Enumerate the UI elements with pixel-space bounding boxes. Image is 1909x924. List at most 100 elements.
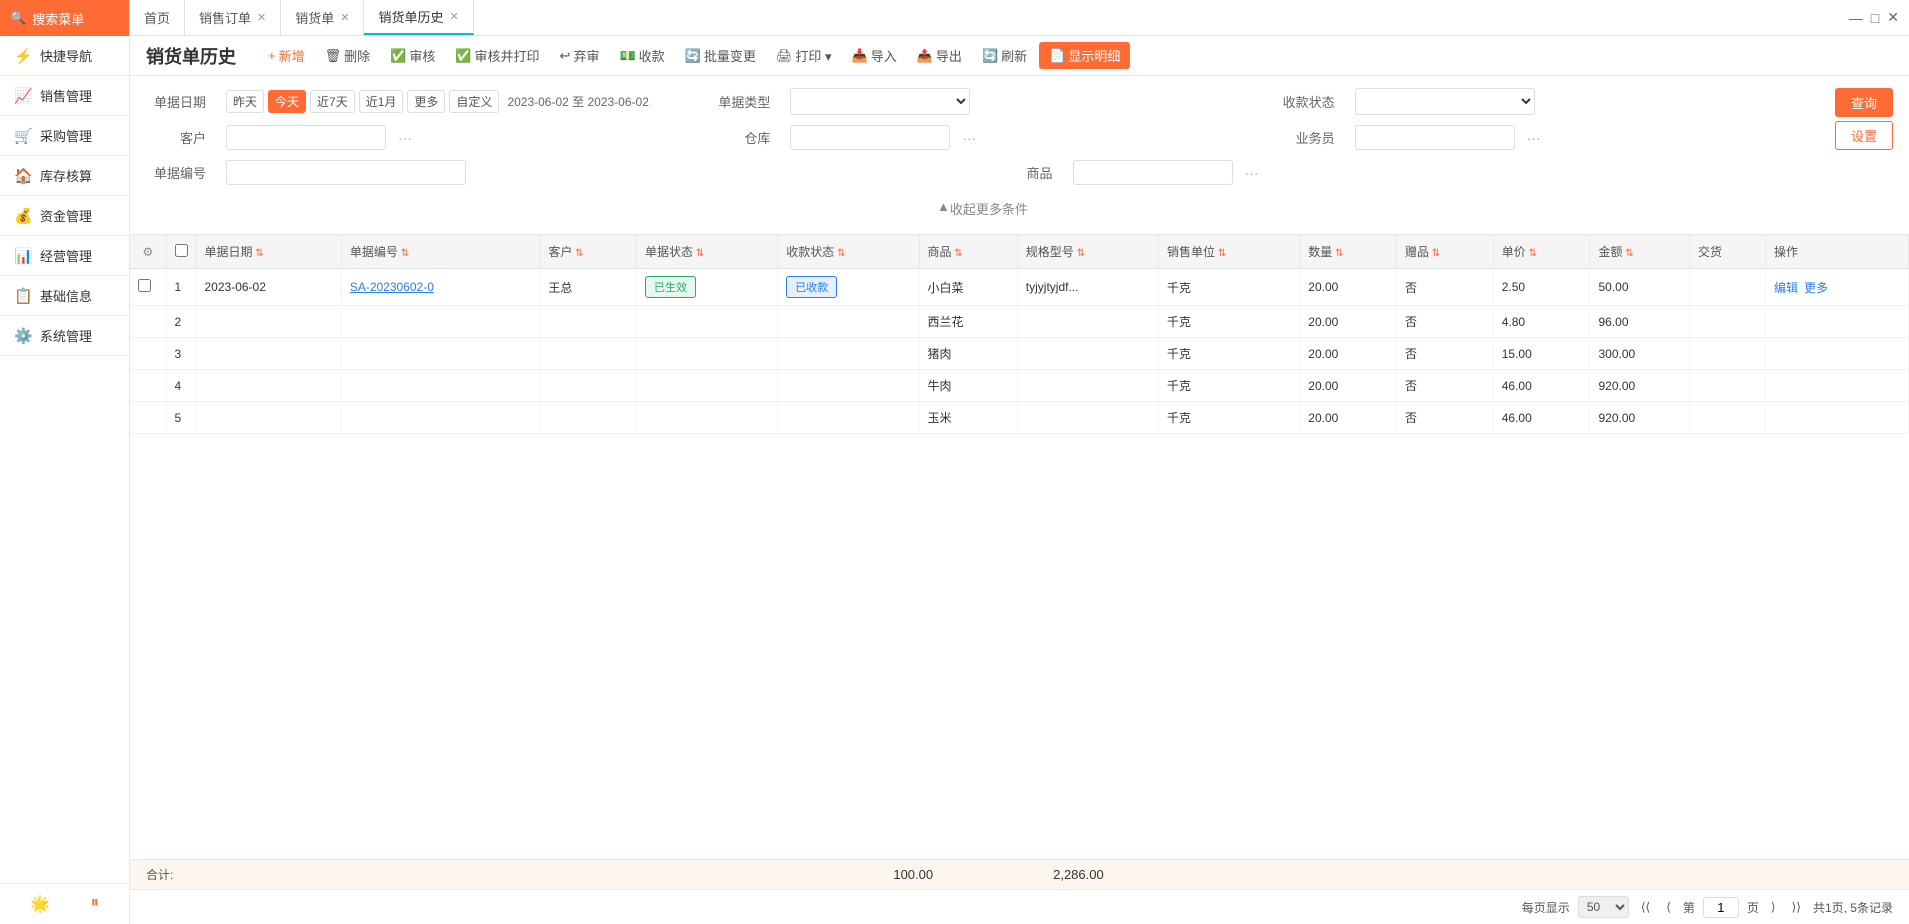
select-all-checkbox[interactable] [175, 244, 188, 257]
table-row: 12023-06-02SA-20230602-0王总已生效已收款小白菜tyjyj… [130, 269, 1909, 306]
col-customer[interactable]: 客户 [540, 235, 637, 269]
collapse-row[interactable]: ▲ 收起更多条件 [146, 195, 1819, 222]
sidebar-item-finance[interactable]: 💰 资金管理 [0, 196, 129, 236]
row-spec [1017, 306, 1158, 338]
tab-sales-delivery-close[interactable]: ✕ [340, 11, 349, 24]
last7-btn[interactable]: 近7天 [310, 90, 355, 113]
sidebar-item-base-info[interactable]: 📋 基础信息 [0, 276, 129, 316]
per-page-select[interactable]: 50 100 [1578, 896, 1629, 918]
refresh-button[interactable]: 🔄 刷新 [974, 42, 1035, 69]
audit-button[interactable]: ✅ 审核 [382, 42, 443, 69]
audit-print-button[interactable]: ✅ 审核并打印 [447, 42, 547, 69]
date-range-display: 2023-06-02 至 2023-06-02 [507, 93, 648, 110]
tab-sales-history[interactable]: 销货单历史 ✕ [364, 0, 473, 35]
tab-sales-order[interactable]: 销售订单 ✕ [185, 0, 281, 35]
delete-button[interactable]: 🗑 删除 [317, 42, 379, 69]
sidebar-item-quick-nav[interactable]: ⚡ 快捷导航 [0, 36, 129, 76]
more-date-btn[interactable]: 更多 [407, 90, 445, 113]
sidebar-bottom-pause[interactable]: ⏸ [91, 894, 99, 914]
doc-type-select[interactable] [790, 88, 970, 115]
next-page-btn[interactable]: ⟩ [1767, 898, 1780, 916]
collect-button[interactable]: 💵 收款 [611, 42, 672, 69]
row-checkbox[interactable] [138, 279, 151, 292]
doc-no-link[interactable]: SA-20230602-0 [350, 280, 434, 294]
today-btn[interactable]: 今天 [268, 90, 306, 113]
sidebar-item-sales-mgmt[interactable]: 📈 销售管理 [0, 76, 129, 116]
row-doc-no[interactable]: SA-20230602-0 [341, 269, 540, 306]
tab-home[interactable]: 首页 [130, 0, 185, 35]
sidebar-bottom-star[interactable]: 🌟 [30, 894, 50, 914]
col-spec[interactable]: 规格型号 [1017, 235, 1158, 269]
col-doc-status[interactable]: 单据状态 [637, 235, 778, 269]
col-unit[interactable]: 销售单位 [1159, 235, 1300, 269]
row-action [1766, 306, 1909, 338]
col-qty[interactable]: 数量 [1300, 235, 1397, 269]
customer-ellipsis[interactable]: ··· [398, 130, 412, 146]
minimize-icon[interactable]: — [1849, 10, 1863, 26]
batch-change-button[interactable]: 🔄 批量变更 [677, 42, 764, 69]
show-detail-button[interactable]: 📄 显示明细 [1039, 42, 1130, 69]
sidebar-item-sys-mgmt[interactable]: ⚙️ 系统管理 [0, 316, 129, 356]
page-input[interactable] [1703, 897, 1739, 918]
col-pay-status[interactable]: 收款状态 [778, 235, 919, 269]
custom-date-btn[interactable]: 自定义 [449, 90, 499, 113]
row-goods: 猪肉 [919, 338, 1017, 370]
tab-sales-order-label: 销售订单 [199, 8, 251, 27]
sidebar-item-ops[interactable]: 📊 经营管理 [0, 236, 129, 276]
export-button[interactable]: 📤 导出 [909, 42, 970, 69]
first-page-btn[interactable]: ⟨⟨ [1637, 898, 1654, 916]
close-icon[interactable]: ✕ [1887, 9, 1899, 26]
print-button[interactable]: 🖨 打印 ▾ [768, 42, 840, 69]
warehouse-ellipsis[interactable]: ··· [962, 130, 976, 146]
row-amount: 300.00 [1590, 338, 1690, 370]
last-page-btn[interactable]: ⟩⟩ [1788, 898, 1805, 916]
yesterday-btn[interactable]: 昨天 [226, 90, 264, 113]
doc-type-label: 单据类型 [710, 92, 770, 111]
doc-number-input[interactable] [226, 160, 466, 185]
prev-page-btn[interactable]: ⟨ [1662, 898, 1675, 916]
col-goods[interactable]: 商品 [919, 235, 1017, 269]
salesperson-ellipsis[interactable]: ··· [1527, 130, 1541, 146]
goods-input[interactable] [1073, 160, 1233, 185]
col-unit-price[interactable]: 单价 [1493, 235, 1590, 269]
sidebar-item-purchase-mgmt[interactable]: 🛒 采购管理 [0, 116, 129, 156]
col-amount[interactable]: 金额 [1590, 235, 1690, 269]
col-doc-no[interactable]: 单据编号 [341, 235, 540, 269]
row-doc-status [637, 402, 778, 434]
salesperson-input[interactable] [1355, 125, 1515, 150]
row-action [1766, 402, 1909, 434]
col-check [166, 235, 196, 269]
customer-input[interactable] [226, 125, 386, 150]
row-unit: 千克 [1159, 402, 1300, 434]
warehouse-input[interactable] [790, 125, 950, 150]
tab-sales-delivery[interactable]: 销货单 ✕ [281, 0, 364, 35]
maximize-icon[interactable]: □ [1871, 10, 1879, 26]
new-button[interactable]: + 新增 [260, 42, 313, 69]
col-doc-date[interactable]: 单据日期 [196, 235, 341, 269]
import-button[interactable]: 📥 导入 [844, 42, 905, 69]
action-link[interactable]: 编辑 [1774, 281, 1798, 295]
row-gift: 否 [1397, 269, 1494, 306]
abandon-button[interactable]: ↩ 弃审 [552, 42, 608, 69]
sidebar-search[interactable]: 🔍 搜索菜单 [0, 0, 129, 36]
refresh-label: 刷新 [1001, 46, 1027, 65]
row-unit: 千克 [1159, 269, 1300, 306]
goods-ellipsis[interactable]: ··· [1245, 165, 1259, 181]
sidebar-item-inventory[interactable]: 🏠 库存核算 [0, 156, 129, 196]
pay-status-select[interactable] [1355, 88, 1535, 115]
tab-sales-order-close[interactable]: ✕ [257, 11, 266, 24]
last-month-btn[interactable]: 近1月 [359, 90, 404, 113]
set-button[interactable]: 设置 [1835, 121, 1893, 150]
query-button[interactable]: 查询 [1835, 88, 1893, 117]
doc-number-group [226, 160, 973, 185]
row-trade [1690, 306, 1766, 338]
tab-sales-history-close[interactable]: ✕ [450, 10, 459, 23]
export-icon: 📤 [917, 48, 933, 64]
export-label: 导出 [936, 46, 962, 65]
col-gift[interactable]: 赠品 [1397, 235, 1494, 269]
row-doc-no [341, 338, 540, 370]
col-gear[interactable]: ⚙ [130, 235, 166, 269]
status-badge: 已生效 [645, 276, 696, 298]
row-spec [1017, 370, 1158, 402]
action-link[interactable]: 更多 [1804, 281, 1828, 295]
